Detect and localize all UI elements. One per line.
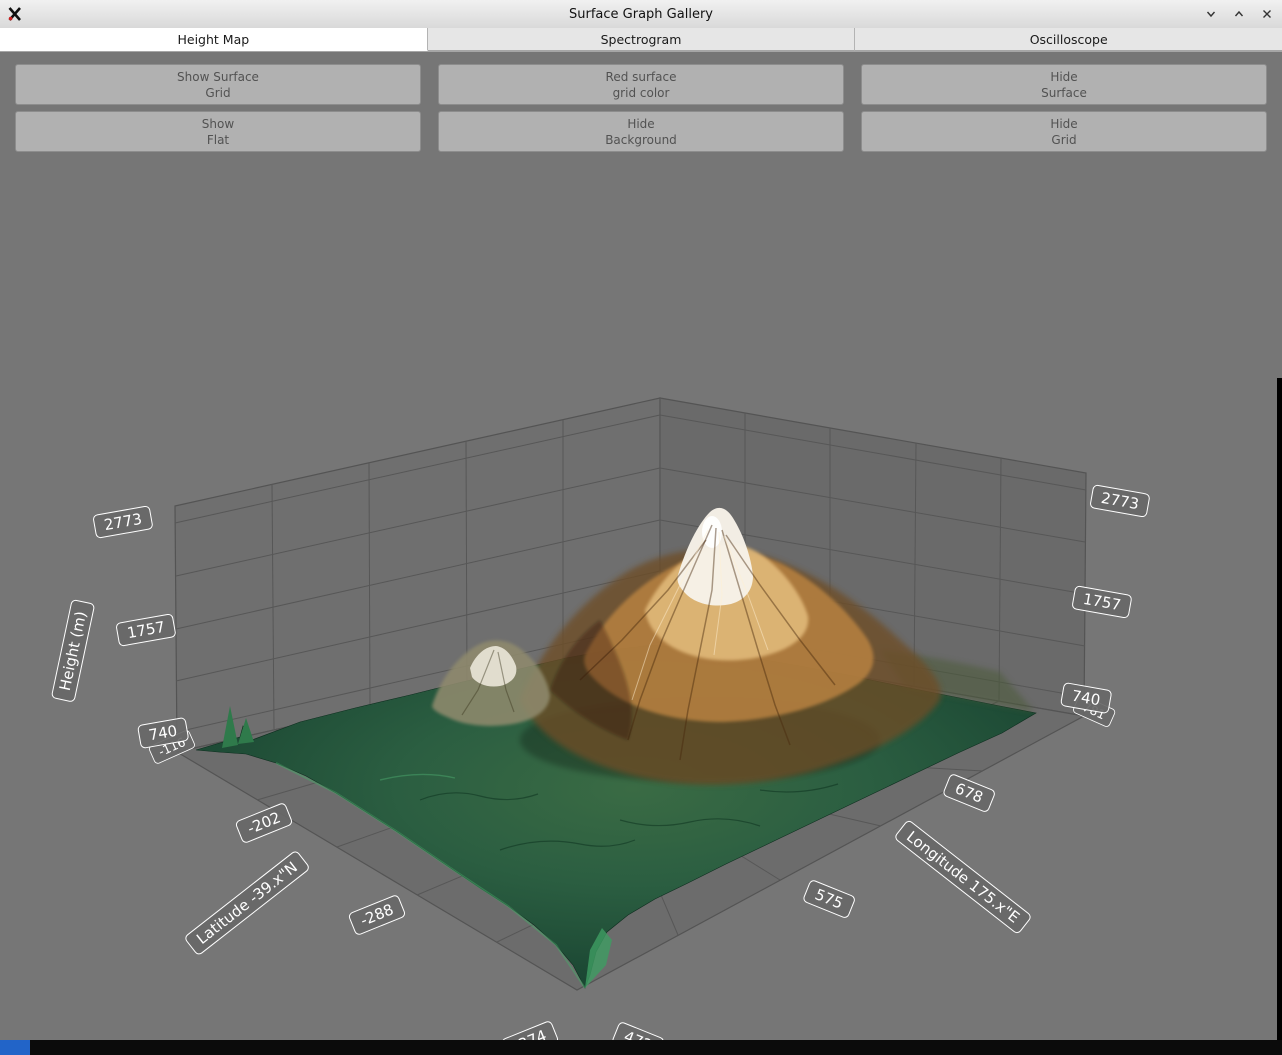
window-title: Surface Graph Gallery — [0, 7, 1282, 22]
taskbar-item[interactable] — [0, 1040, 30, 1055]
surface-controls: Show Surface Grid Red surface grid color… — [15, 64, 1267, 152]
tab-spectrogram[interactable]: Spectrogram — [428, 28, 856, 51]
surface-plot-canvas[interactable] — [0, 0, 1282, 1040]
button-label-line2: Background — [605, 132, 677, 148]
button-label-line1: Red surface — [606, 69, 677, 85]
tab-oscilloscope[interactable]: Oscilloscope — [855, 28, 1282, 51]
show-flat-button[interactable]: Show Flat — [15, 111, 421, 152]
titlebar[interactable]: Surface Graph Gallery — [0, 0, 1282, 29]
taskbar[interactable] — [0, 1040, 1282, 1055]
show-surface-grid-button[interactable]: Show Surface Grid — [15, 64, 421, 105]
button-label-line2: grid color — [613, 85, 670, 101]
window-shade-button[interactable] — [1202, 5, 1220, 23]
hide-surface-button[interactable]: Hide Surface — [861, 64, 1267, 105]
button-label-line2: Surface — [1041, 85, 1087, 101]
button-label-line1: Hide — [1050, 116, 1077, 132]
surface-grid-color-button[interactable]: Red surface grid color — [438, 64, 844, 105]
hide-grid-button[interactable]: Hide Grid — [861, 111, 1267, 152]
app-icon — [7, 6, 23, 22]
button-label-line1: Hide — [1050, 69, 1077, 85]
button-label-line1: Hide — [627, 116, 654, 132]
surface-plot-area[interactable]: -116 2773 1757 740 Height (m) 781 2773 1… — [0, 0, 1282, 1040]
button-label-line2: Grid — [205, 85, 230, 101]
button-label-line1: Show — [202, 116, 234, 132]
window-maximize-button[interactable] — [1230, 5, 1248, 23]
app-window: -116 2773 1757 740 Height (m) 781 2773 1… — [0, 0, 1282, 1055]
tab-height-map[interactable]: Height Map — [0, 28, 428, 51]
window-close-button[interactable] — [1258, 5, 1276, 23]
button-label-line1: Show Surface — [177, 69, 259, 85]
tabbar: Height Map Spectrogram Oscilloscope — [0, 28, 1282, 52]
screen-edge-strip — [1277, 378, 1282, 1040]
button-label-line2: Grid — [1051, 132, 1076, 148]
hide-background-button[interactable]: Hide Background — [438, 111, 844, 152]
button-label-line2: Flat — [207, 132, 229, 148]
